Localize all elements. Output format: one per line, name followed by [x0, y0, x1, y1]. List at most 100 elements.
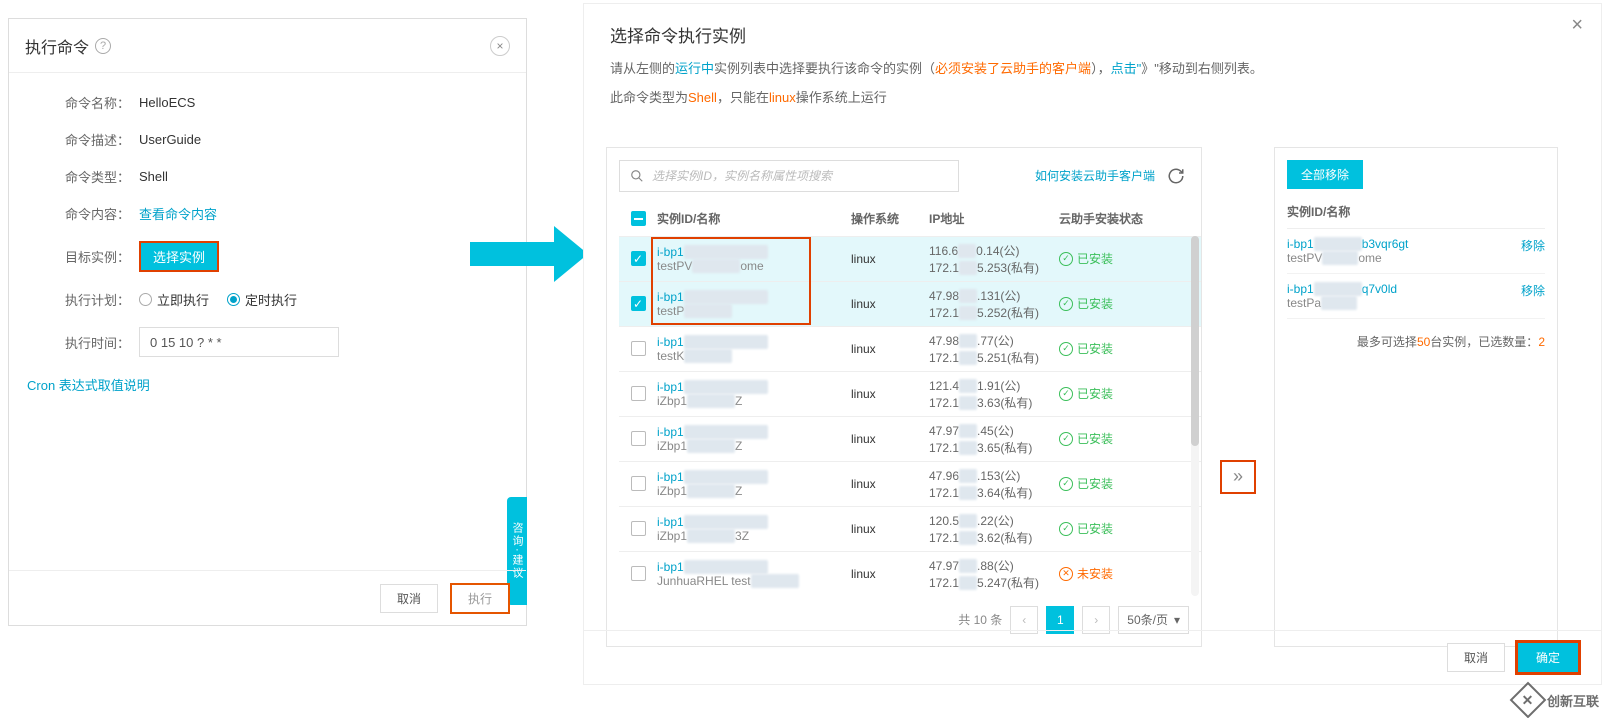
selection-summary: 最多可选择50台实例，已选数量：2: [1287, 333, 1545, 350]
ip-private: 172.1xxx5.251(私有): [929, 349, 1059, 366]
search-input[interactable]: 选择实例ID，实例名称属性项搜索: [619, 160, 959, 192]
cross-icon: ✕: [1059, 567, 1073, 581]
ip-public: 47.98xxx.131(公): [929, 287, 1059, 304]
ip-private: 172.1xxx3.62(私有): [929, 529, 1059, 546]
instance-name: JunhuaRHEL testxxxxxxxx: [657, 574, 851, 588]
ip-private: 172.1xxx5.252(私有): [929, 304, 1059, 321]
check-icon: ✓: [1059, 387, 1073, 401]
ip-public: 121.4xxx1.91(公): [929, 377, 1059, 394]
select-all-checkbox[interactable]: [631, 211, 646, 226]
table-row[interactable]: i-bp1xxxxxxxxxxxxxxiZbp1xxxxxxxxZlinux12…: [619, 371, 1201, 416]
col-os: 操作系统: [851, 210, 929, 227]
table-row[interactable]: ✓i-bp1xxxxxxxxxxxxxxtestPVxxxxxxxxomelin…: [619, 236, 1201, 281]
watermark-icon: ✕: [1510, 682, 1547, 718]
instance-id: i-bp1xxxxxxxxxxxxxx: [657, 335, 851, 349]
check-icon: ✓: [1059, 252, 1073, 266]
cmd-desc-value: UserGuide: [139, 132, 201, 147]
install-status: ✓已安装: [1059, 295, 1113, 312]
row-checkbox[interactable]: [631, 566, 646, 581]
ip-public: 116.6xxx0.14(公): [929, 242, 1059, 259]
dialog-title: 执行命令 ?: [25, 34, 111, 58]
install-status: ✓已安装: [1059, 520, 1113, 537]
row-checkbox[interactable]: [631, 431, 646, 446]
instance-name: iZbp1xxxxxxxxZ: [657, 484, 851, 498]
instance-id: i-bp1xxxxxxxxxxxxxx: [657, 380, 851, 394]
ip-public: 47.98xxx.77(公): [929, 332, 1059, 349]
table-row[interactable]: i-bp1xxxxxxxxxxxxxxiZbp1xxxxxxxxZlinux47…: [619, 416, 1201, 461]
search-row: 选择实例ID，实例名称属性项搜索 如何安装云助手客户端: [619, 160, 1201, 192]
ip-public: 47.96xxx.153(公): [929, 467, 1059, 484]
radio-immediate[interactable]: 立即执行: [139, 290, 209, 309]
select-instance-dialog: 选择命令执行实例 × 请从左侧的运行中实例列表中选择要执行该命令的实例（必须安装…: [583, 3, 1602, 685]
radio-icon-selected: [227, 293, 240, 306]
table-row[interactable]: i-bp1xxxxxxxxxxxxxxiZbp1xxxxxxxxZlinux47…: [619, 461, 1201, 506]
cancel-button[interactable]: 取消: [1447, 643, 1505, 672]
cron-hint-link[interactable]: Cron 表达式取值说明: [27, 378, 150, 393]
table-header: 实例ID/名称 操作系统 IP地址 云助手安装状态: [619, 202, 1201, 236]
help-icon[interactable]: ?: [95, 38, 111, 54]
radio-label: 定时执行: [245, 290, 297, 309]
confirm-button[interactable]: 确定: [1515, 640, 1581, 675]
refresh-icon[interactable]: [1167, 167, 1185, 185]
select-instance-button[interactable]: 选择实例: [139, 241, 219, 272]
instance-id: i-bp1xxxxxxxxxxxxxx: [657, 470, 851, 484]
os-value: linux: [851, 432, 929, 446]
check-icon: ✓: [1059, 522, 1073, 536]
os-value: linux: [851, 342, 929, 356]
install-status: ✓已安装: [1059, 250, 1113, 267]
row-checkbox[interactable]: [631, 341, 646, 356]
instance-id: i-bp1xxxxxxxxxxxxxx: [657, 425, 851, 439]
plan-radio-group: 立即执行 定时执行: [139, 290, 297, 309]
install-status: ✓已安装: [1059, 430, 1113, 447]
execute-command-dialog: 执行命令 ? × 命令名称： HelloECS 命令描述： UserGuide …: [8, 18, 527, 626]
table-row[interactable]: i-bp1xxxxxxxxxxxxxxiZbp1xxxxxxxx3Zlinux1…: [619, 506, 1201, 551]
instance-name: iZbp1xxxxxxxxZ: [657, 439, 851, 453]
selected-name: testPVxxxxxxome: [1287, 251, 1408, 265]
col-name: 实例ID/名称: [657, 210, 851, 227]
remove-link[interactable]: 移除: [1521, 282, 1545, 299]
selected-instances-panel: 全部移除 实例ID/名称 i-bp1xxxxxxxxb3vqr6gttestPV…: [1274, 147, 1558, 647]
radio-scheduled[interactable]: 定时执行: [227, 290, 297, 309]
row-checkbox[interactable]: ✓: [631, 296, 646, 311]
close-icon[interactable]: ×: [490, 36, 510, 56]
execute-button[interactable]: 执行: [450, 583, 510, 614]
instance-id: i-bp1xxxxxxxxxxxxxx: [657, 290, 851, 304]
table-row[interactable]: i-bp1xxxxxxxxxxxxxxtestKxxxxxxxxlinux47.…: [619, 326, 1201, 371]
watermark: ✕ 创新互联: [1515, 687, 1599, 713]
cmd-name-label: 命令名称：: [65, 93, 139, 112]
remove-link[interactable]: 移除: [1521, 237, 1545, 254]
ip-private: 172.1xxx5.253(私有): [929, 259, 1059, 276]
cron-input[interactable]: [139, 327, 339, 357]
instance-name: iZbp1xxxxxxxxZ: [657, 394, 851, 408]
row-checkbox[interactable]: [631, 521, 646, 536]
check-icon: ✓: [1059, 342, 1073, 356]
radio-label: 立即执行: [157, 290, 209, 309]
close-icon[interactable]: ×: [1571, 14, 1583, 37]
instance-name: testKxxxxxxxx: [657, 349, 851, 363]
dialog-desc-2: 此命令类型为Shell，只能在linux操作系统上运行: [610, 88, 1575, 109]
cmd-type-label: 命令类型：: [65, 167, 139, 186]
search-icon: [630, 169, 644, 183]
col-ip: IP地址: [929, 210, 1059, 227]
cmd-content-label: 命令内容：: [65, 204, 139, 223]
row-checkbox[interactable]: [631, 476, 646, 491]
target-label: 目标实例：: [65, 247, 139, 266]
search-placeholder: 选择实例ID，实例名称属性项搜索: [652, 167, 832, 184]
ip-private: 172.1xxx3.64(私有): [929, 484, 1059, 501]
scrollbar-thumb[interactable]: [1191, 236, 1199, 446]
install-status: ✓已安装: [1059, 340, 1113, 357]
instance-name: iZbp1xxxxxxxx3Z: [657, 529, 851, 543]
selected-id: i-bp1xxxxxxxxb3vqr6gt: [1287, 237, 1408, 251]
selected-row: i-bp1xxxxxxxxb3vqr6gttestPVxxxxxxome 移除: [1287, 229, 1545, 274]
dialog-desc-1: 请从左侧的运行中实例列表中选择要执行该命令的实例（必须安装了云助手的客户端），点…: [610, 59, 1575, 80]
view-content-link[interactable]: 查看命令内容: [139, 204, 217, 223]
install-help-link[interactable]: 如何安装云助手客户端: [1035, 167, 1155, 184]
instance-id: i-bp1xxxxxxxxxxxxxx: [657, 515, 851, 529]
row-checkbox[interactable]: [631, 386, 646, 401]
move-right-button[interactable]: »: [1220, 460, 1256, 494]
remove-all-button[interactable]: 全部移除: [1287, 160, 1363, 189]
cancel-button[interactable]: 取消: [380, 584, 438, 613]
row-checkbox[interactable]: ✓: [631, 251, 646, 266]
table-row[interactable]: ✓i-bp1xxxxxxxxxxxxxxtestPxxxxxxxxlinux47…: [619, 281, 1201, 326]
table-row[interactable]: i-bp1xxxxxxxxxxxxxxJunhuaRHEL testxxxxxx…: [619, 551, 1201, 596]
